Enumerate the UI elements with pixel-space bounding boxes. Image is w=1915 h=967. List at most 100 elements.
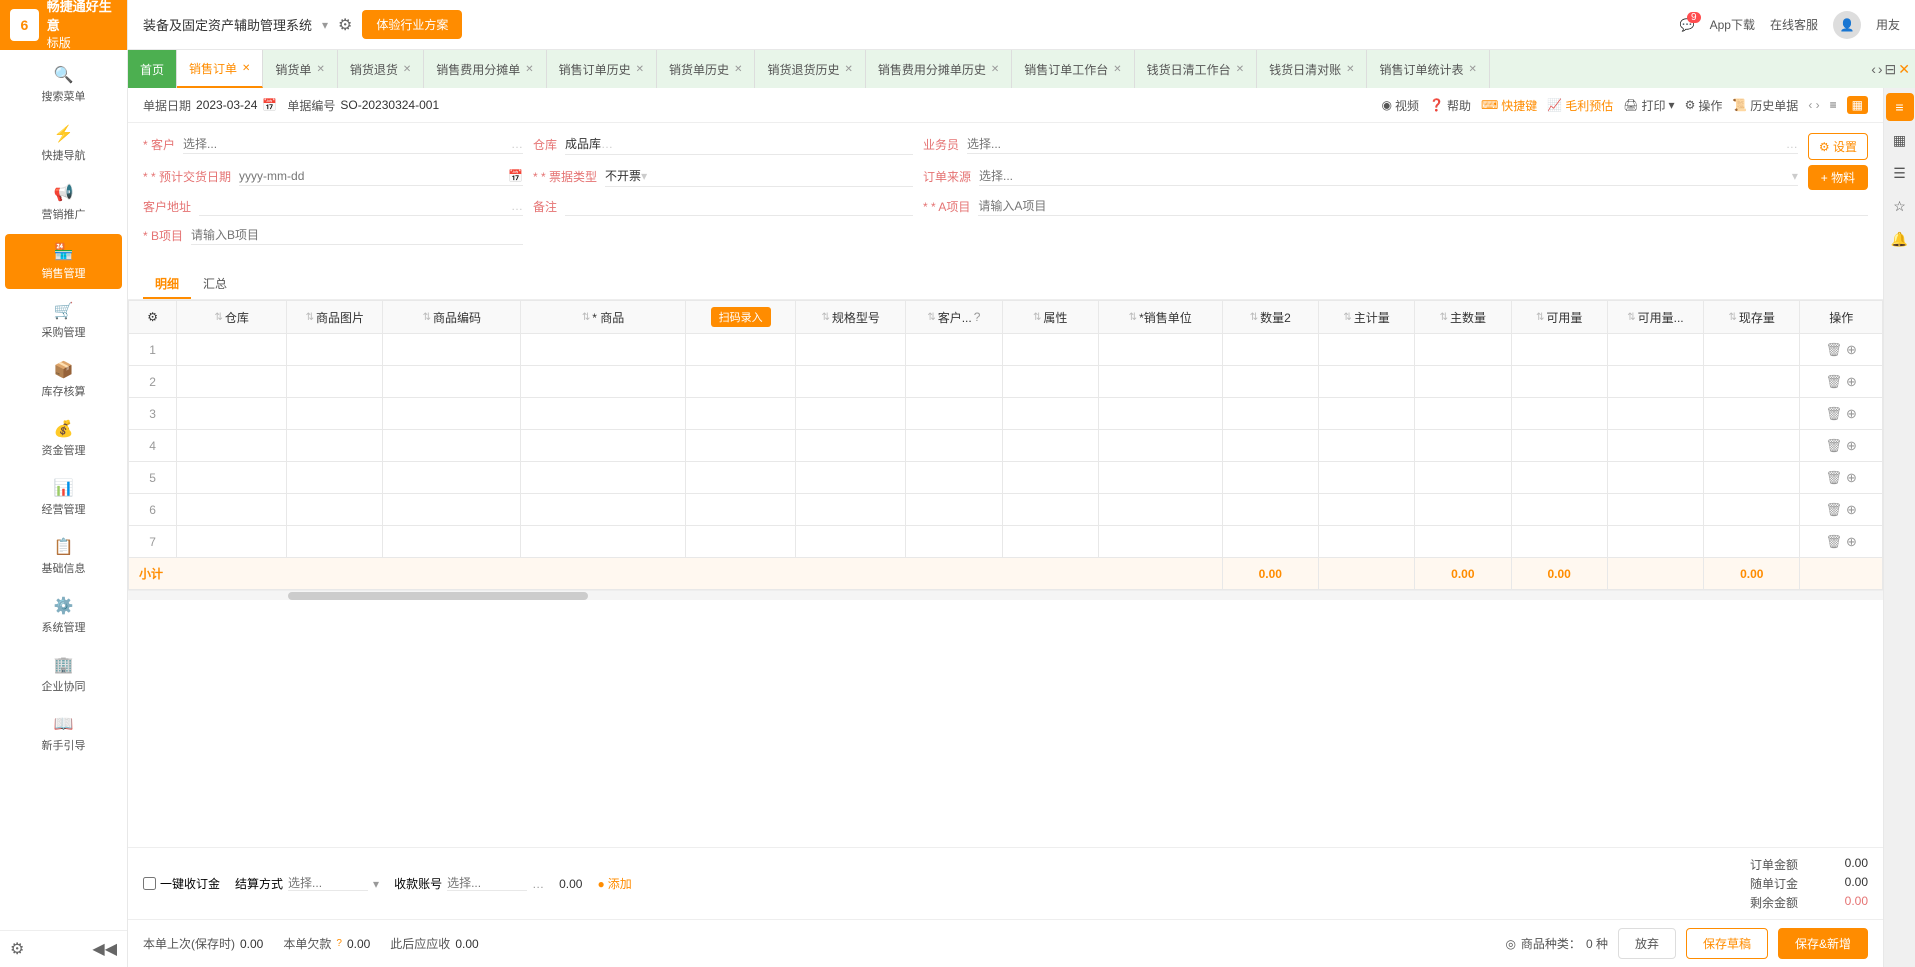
tab-cash-daily-workbench[interactable]: 钱货日清工作台 ✕ [1135,50,1257,88]
quick-payment-checkbox[interactable] [143,877,156,890]
row-3-code[interactable] [383,398,521,430]
row-3-warehouse[interactable] [177,398,287,430]
view-btn[interactable]: ◉ 视频 [1382,97,1420,114]
row-5-delete-icon[interactable]: 🗑 [1825,470,1842,486]
row-7-main-qty[interactable] [1415,526,1511,558]
add-button[interactable]: ● 添加 [597,875,631,892]
row-4-stock[interactable] [1704,430,1800,462]
tab-expense-split-history-close[interactable]: ✕ [991,64,999,75]
sort-name-icon[interactable]: ⇅ [582,312,590,323]
row-6-available[interactable] [1511,494,1607,526]
tab-home[interactable]: 首页 [128,50,177,88]
sidebar-item-inventory[interactable]: 📦 库存核算 [5,352,122,407]
operation-btn[interactable]: ⚙ 操作 [1685,97,1723,114]
row-2-spec[interactable] [796,366,906,398]
row-4-main-qty[interactable] [1415,430,1511,462]
row-4-qty2[interactable] [1222,430,1318,462]
row-4-attribute[interactable] [1002,430,1098,462]
topbar-gear-icon[interactable]: ⚙ [338,15,352,35]
right-panel-expand-btn[interactable]: ≡ [1886,93,1914,121]
delivery-date-input[interactable] [239,169,508,183]
row-7-attribute[interactable] [1002,526,1098,558]
row-6-copy-icon[interactable]: ⊕ [1846,502,1857,518]
tab-sales-order-history-close[interactable]: ✕ [636,64,644,75]
help-circle-icon[interactable]: ? [974,310,981,324]
row-1-main-qty[interactable] [1415,334,1511,366]
sort-code-icon[interactable]: ⇅ [423,312,431,323]
save-new-button[interactable]: 保存&新增 [1778,928,1868,959]
sidebar-item-search[interactable]: 🔍 搜索菜单 [5,57,122,112]
topbar-chevron-down-icon[interactable]: ▾ [322,18,328,32]
sidebar-settings-icon[interactable]: ⚙ [10,939,24,959]
date-value[interactable]: 2023-03-24 [196,98,257,112]
tab-cash-daily-workbench-close[interactable]: ✕ [1236,64,1244,75]
tab-sales-bill-close[interactable]: ✕ [316,64,324,75]
row-7-spec[interactable] [796,526,906,558]
tab-sales-order-stats-close[interactable]: ✕ [1469,64,1477,75]
row-3-copy-icon[interactable]: ⊕ [1846,406,1857,422]
row-7-stock[interactable] [1704,526,1800,558]
row-4-available2[interactable] [1607,430,1703,462]
row-5-copy-icon[interactable]: ⊕ [1846,470,1857,486]
scan-button[interactable]: 扫码录入 [711,307,771,327]
row-4-sales-unit[interactable] [1098,430,1222,462]
sidebar-item-system[interactable]: ⚙️ 系统管理 [5,588,122,643]
row-2-qty2[interactable] [1222,366,1318,398]
print-btn[interactable]: 🖨 打印 ▾ [1623,97,1674,114]
row-3-spec[interactable] [796,398,906,430]
tab-sales-return-close[interactable]: ✕ [403,64,411,75]
tab-sales-return[interactable]: 销货退货 ✕ [338,50,424,88]
history-btn[interactable]: 📜 历史单据 [1732,97,1798,114]
row-1-warehouse[interactable] [177,334,287,366]
row-1-customer-code[interactable] [906,334,1002,366]
horizontal-scrollbar[interactable] [128,590,1883,600]
row-2-attribute[interactable] [1002,366,1098,398]
tab-sales-bill[interactable]: 销货单 ✕ [263,50,337,88]
row-1-available[interactable] [1511,334,1607,366]
sidebar-item-finance[interactable]: 💰 资金管理 [5,411,122,466]
invoice-type-dropdown-icon[interactable]: ▾ [641,169,647,183]
row-2-main-unit[interactable] [1318,366,1414,398]
sort-available-icon[interactable]: ⇅ [1536,312,1544,323]
sort-stock-icon[interactable]: ⇅ [1729,312,1737,323]
row-4-main-unit[interactable] [1318,430,1414,462]
row-1-delete-icon[interactable]: 🗑 [1825,342,1842,358]
tab-menu-icon[interactable]: ⊟ [1885,61,1897,78]
sidebar-collapse-icon[interactable]: ◀◀ [92,939,117,959]
row-5-warehouse[interactable] [177,462,287,494]
sort-spec-icon[interactable]: ⇅ [821,312,829,323]
row-4-spec[interactable] [796,430,906,462]
row-2-sales-unit[interactable] [1098,366,1222,398]
list-view-icon[interactable]: ≡ [1830,98,1837,112]
row-5-stock[interactable] [1704,462,1800,494]
payment-method-input[interactable] [288,876,368,891]
row-2-delete-icon[interactable]: 🗑 [1825,374,1842,390]
payment-method-dropdown-icon[interactable]: ▾ [373,877,379,891]
row-3-attribute[interactable] [1002,398,1098,430]
row-6-stock[interactable] [1704,494,1800,526]
sort-warehouse-icon[interactable]: ⇅ [214,312,222,323]
row-2-main-qty[interactable] [1415,366,1511,398]
add-material-button[interactable]: + 物料 [1808,165,1868,190]
row-7-image[interactable] [287,526,383,558]
notice-badge[interactable]: 💬 9 [1680,18,1695,32]
customer-input[interactable] [183,137,511,151]
row-2-code[interactable] [383,366,521,398]
row-3-customer-code[interactable] [906,398,1002,430]
row-6-sales-unit[interactable] [1098,494,1222,526]
row-6-name[interactable] [521,494,686,526]
row-3-stock[interactable] [1704,398,1800,430]
tab-sales-bill-history-close[interactable]: ✕ [734,64,742,75]
sidebar-item-purchase[interactable]: 🛒 采购管理 [5,293,122,348]
tab-sales-expense-split[interactable]: 销售费用分摊单 ✕ [424,50,546,88]
row-5-available2[interactable] [1607,462,1703,494]
tab-sales-return-history[interactable]: 销货退货历史 ✕ [755,50,865,88]
row-4-code[interactable] [383,430,521,462]
right-panel-bell-btn[interactable]: 🔔 [1886,225,1914,253]
sort-image-icon[interactable]: ⇅ [306,312,314,323]
tab-sales-order[interactable]: 销售订单 ✕ [177,50,263,88]
tab-expense-split-history[interactable]: 销售费用分摊单历史 ✕ [866,50,1012,88]
row-5-available[interactable] [1511,462,1607,494]
row-5-customer-code[interactable] [906,462,1002,494]
row-3-delete-icon[interactable]: 🗑 [1825,406,1842,422]
